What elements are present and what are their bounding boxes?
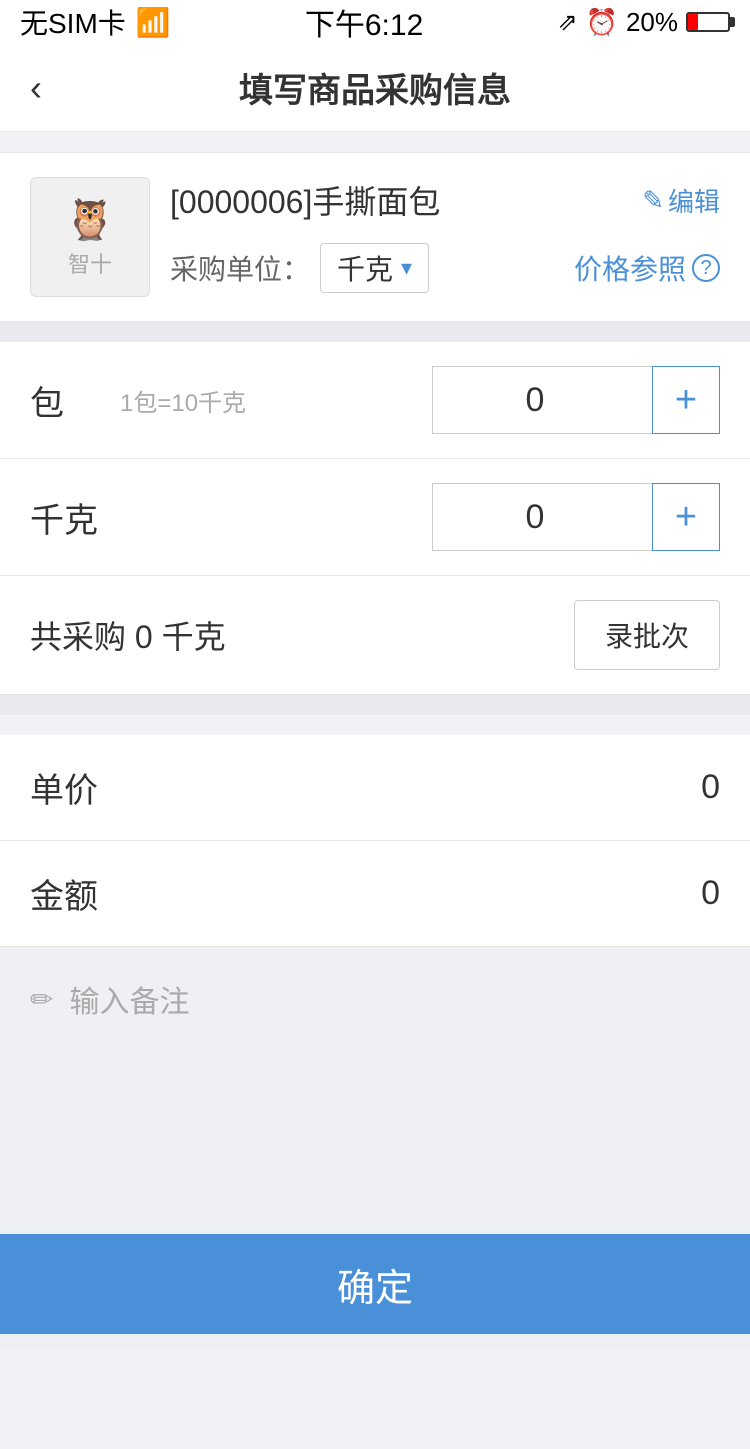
unit-price-row: 单价 0: [0, 735, 750, 841]
product-brand-text: 智十: [68, 247, 112, 279]
unit-label: 采购单位：: [170, 248, 310, 288]
remark-section[interactable]: ✏ 输入备注: [0, 949, 750, 1049]
unit-select[interactable]: 千克 ▾: [320, 243, 429, 293]
wifi-icon: 📶: [136, 6, 171, 39]
package-label: 包: [30, 376, 110, 425]
remark-placeholder: 输入备注: [69, 977, 189, 1021]
product-id: [0000006]: [170, 184, 312, 220]
product-image: 🦉 智十: [30, 177, 150, 297]
unit-price-value: 0: [701, 768, 720, 807]
kilogram-plus-button[interactable]: +: [652, 483, 720, 551]
price-ref-button[interactable]: 价格参照 ?: [574, 248, 720, 288]
battery-icon: [686, 12, 730, 32]
summary-row: 共采购 0 千克 录批次: [0, 576, 750, 695]
unit-value: 千克: [337, 248, 393, 288]
package-row: 包 1包=10千克 +: [0, 342, 750, 459]
price-ref-label: 价格参照: [574, 248, 686, 288]
help-icon: ?: [692, 254, 720, 282]
batch-button[interactable]: 录批次: [574, 600, 720, 670]
summary-text: 共采购 0 千克: [30, 612, 226, 658]
pencil-icon: ✏: [30, 983, 53, 1016]
unit-price-label: 单价: [30, 763, 98, 812]
alarm-icon: ⏰: [586, 7, 618, 38]
status-bar: 无SIM卡 📶 下午6:12 ⇗ ⏰ 20%: [0, 0, 750, 44]
battery-fill: [688, 14, 698, 30]
kilogram-label: 千克: [30, 493, 110, 542]
product-card: 🦉 智十 [0000006]手撕面包 ✎ 编辑 采购单位： 千克 ▾: [0, 152, 750, 322]
product-unit-row: 采购单位： 千克 ▾ 价格参照 ?: [170, 243, 720, 293]
price-section: 单价 0 金额 0: [0, 735, 750, 947]
section-divider-2: [0, 695, 750, 715]
kilogram-input[interactable]: [432, 483, 652, 551]
amount-label: 金额: [30, 869, 98, 918]
status-time: 下午6:12: [305, 0, 423, 44]
page-title: 填写商品采购信息: [239, 63, 511, 112]
amount-value: 0: [701, 874, 720, 913]
product-logo-icon: 🦉: [65, 196, 115, 243]
product-title: 手撕面包: [312, 184, 440, 220]
edit-button[interactable]: ✎ 编辑: [642, 182, 720, 219]
back-button[interactable]: ‹: [30, 67, 42, 109]
section-divider-1: [0, 322, 750, 342]
nav-bar: ‹ 填写商品采购信息: [0, 44, 750, 132]
edit-label: 编辑: [668, 182, 720, 219]
product-name: [0000006]手撕面包: [170, 177, 440, 223]
product-info: [0000006]手撕面包 ✎ 编辑 采购单位： 千克 ▾ 价格参照 ?: [170, 177, 720, 293]
package-sublabel: 1包=10千克: [120, 383, 432, 418]
package-plus-button[interactable]: +: [652, 366, 720, 434]
product-header: [0000006]手撕面包 ✎ 编辑: [170, 177, 720, 223]
unit-arrow-icon: ▾: [401, 255, 412, 281]
input-section: 包 1包=10千克 + 千克 +: [0, 342, 750, 576]
package-input-control: +: [432, 366, 720, 434]
confirm-button[interactable]: 确定: [0, 1234, 750, 1334]
package-input[interactable]: [432, 366, 652, 434]
carrier-text: 无SIM卡: [20, 2, 126, 42]
amount-row: 金额 0: [0, 841, 750, 947]
status-left: 无SIM卡 📶: [20, 2, 171, 42]
battery-percent: 20%: [626, 7, 678, 38]
status-right: ⇗ ⏰ 20%: [557, 7, 730, 38]
kilogram-row: 千克 +: [0, 459, 750, 576]
location-icon: ⇗: [557, 8, 577, 37]
edit-icon: ✎: [642, 185, 664, 216]
kilogram-input-control: +: [432, 483, 720, 551]
